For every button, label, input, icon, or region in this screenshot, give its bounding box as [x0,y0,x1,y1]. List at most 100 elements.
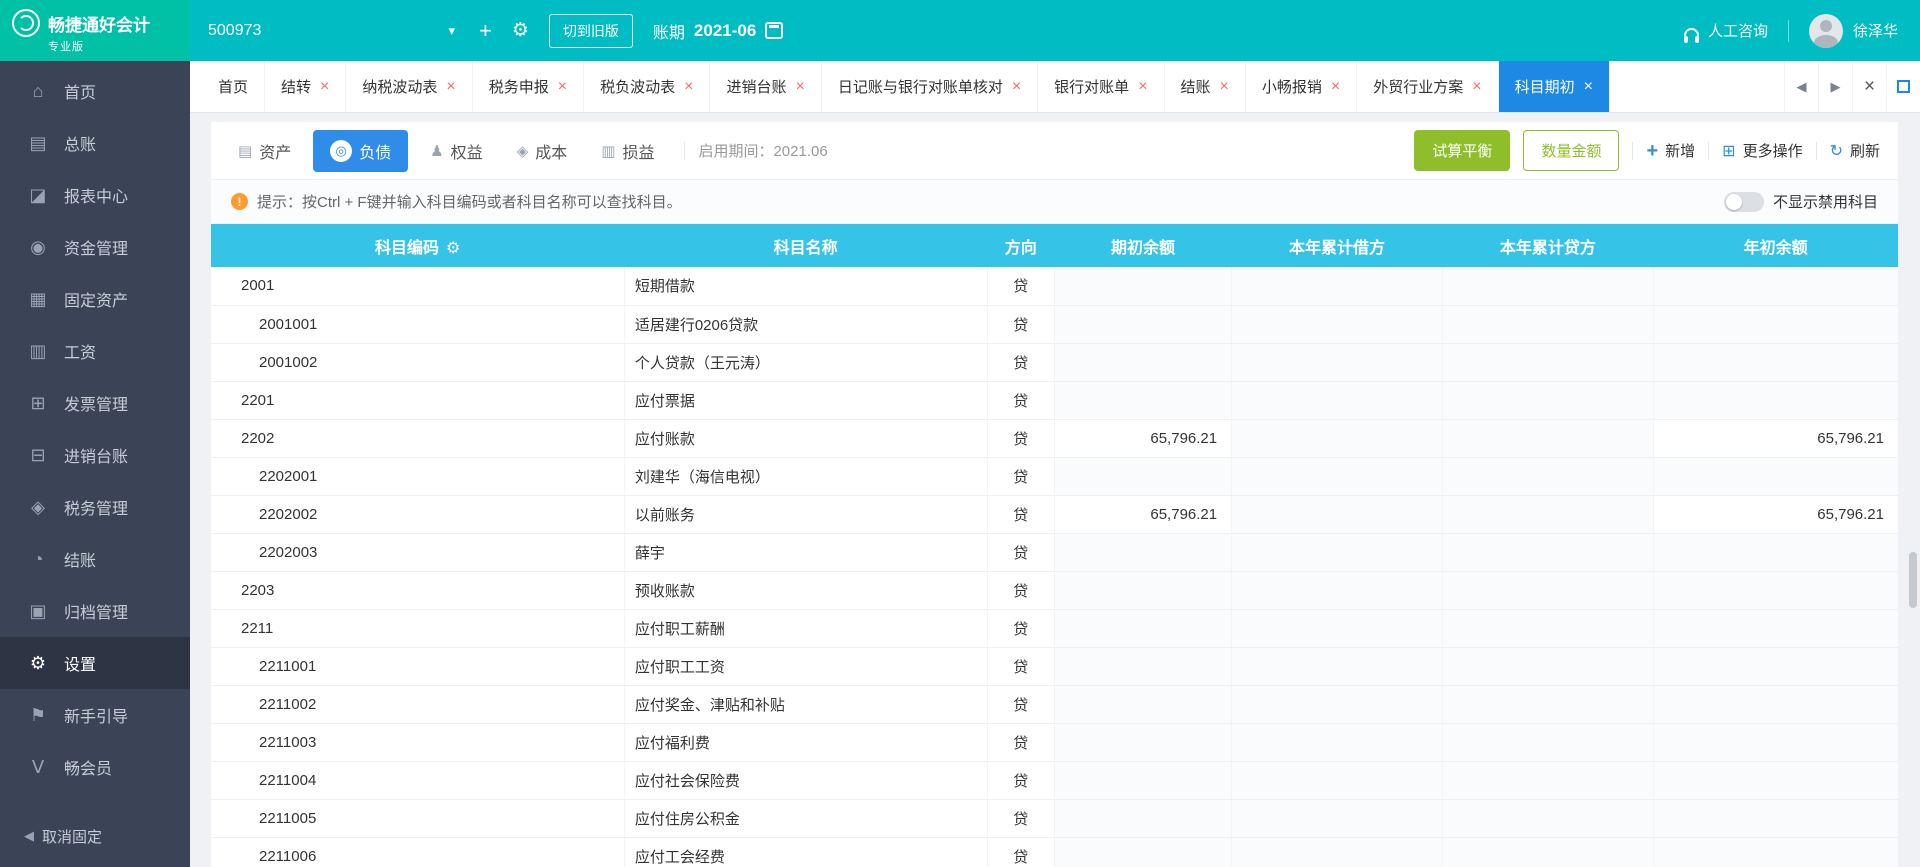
tab-close-icon[interactable]: × [1012,78,1021,95]
column-header-code[interactable]: 科目编码 ⚙ [211,224,625,267]
document-tab[interactable]: 结转 × [265,61,347,112]
cell-account-code: 2211005 [211,799,625,838]
sidebar-item-label: 发票管理 [64,397,129,414]
quantity-amount-button[interactable]: 数量金额 [1523,130,1620,171]
close-tab-button[interactable]: × [1852,61,1886,112]
column-settings-gear-icon[interactable]: ⚙ [446,240,460,257]
document-tabs: 首页 × 结转 × 纳税波动表 × 税务申报 [202,61,1610,112]
document-tab[interactable]: 日记账与银行对账单核对 × [822,61,1039,112]
unpin-icon: ◀ [24,828,34,843]
tab-close-icon[interactable]: × [1584,78,1593,95]
document-tab[interactable]: 银行对账单 × [1038,61,1165,112]
tabs-scroll-left-button[interactable]: ◀ [1784,61,1818,112]
sidebar-item-purchase-sales[interactable]: ⊟ 进销台账 [0,429,190,481]
cell-ytd-debit [1231,419,1443,458]
sidebar-item-label: 结账 [64,553,97,570]
app-logo[interactable]: 畅捷通好会计 专业版 [0,0,190,61]
table-row[interactable]: 2211003 应付福利费 贷 [211,723,1898,762]
document-tab[interactable]: 外贸行业方案 × [1357,61,1499,112]
subtab-equity[interactable]: ♟ 权益 [413,122,499,179]
column-header-name[interactable]: 科目名称 [624,224,988,267]
table-row[interactable]: 2202002 以前账务 贷 65,796.21 65,796.21 [211,495,1898,534]
tab-close-icon[interactable]: × [558,78,567,95]
tab-close-icon[interactable]: × [795,78,804,95]
switch-old-version-button[interactable]: 切到旧版 [548,13,633,48]
sidebar-item-report-center[interactable]: ◪ 报表中心 [0,169,190,221]
more-actions-button[interactable]: ⊞ 更多操作 [1722,140,1802,161]
avatar [1808,13,1843,48]
subtab-assets[interactable]: ▤ 资产 [221,122,308,179]
sidebar-item-settings[interactable]: ⚙ 设置 [0,637,190,689]
tab-close-icon[interactable]: × [1138,78,1147,95]
cell-opening-balance [1054,343,1233,382]
tab-close-icon[interactable]: × [684,78,693,95]
fullscreen-icon[interactable] [1886,61,1920,112]
consult-button[interactable]: 人工咨询 [1683,20,1768,43]
tab-close-icon[interactable]: × [1331,78,1340,95]
company-select[interactable]: 500973 ▾ [204,16,459,46]
document-tab[interactable]: 税务申报 × [473,61,585,112]
column-header-ytd-credit[interactable]: 本年累计贷方 [1442,224,1654,267]
subtab-label: 资产 [259,144,292,162]
sidebar-item-member[interactable]: Ⅴ 畅会员 [0,741,190,793]
accounting-period[interactable]: 账期 2021-06 [653,19,784,43]
user-menu[interactable]: 徐泽华 [1808,13,1898,48]
sidebar-item-label: 资金管理 [64,241,129,258]
table-row[interactable]: 2211005 应付住房公积金 贷 [211,799,1898,838]
add-button[interactable]: + 新增 [1646,140,1695,161]
table-row[interactable]: 2211002 应付奖金、津贴和补贴 贷 [211,685,1898,724]
table-row[interactable]: 2211006 应付工会经费 贷 [211,837,1898,867]
sidebar-item-payroll[interactable]: ▥ 工资 [0,325,190,377]
sidebar-item-tax[interactable]: ◈ 税务管理 [0,481,190,533]
sidebar-item-invoices[interactable]: ⊞ 发票管理 [0,377,190,429]
cell-ytd-credit [1442,267,1654,306]
table-row[interactable]: 2202003 薛宇 贷 [211,533,1898,572]
cell-ytd-credit [1442,305,1654,344]
hide-disabled-accounts-toggle[interactable] [1723,191,1764,212]
unpin-sidebar-button[interactable]: ◀ 取消固定 [0,815,190,857]
table-row[interactable]: 2202001 刘建华（海信电视） 贷 [211,457,1898,496]
tab-close-icon[interactable]: × [1220,78,1229,95]
document-tab[interactable]: 税负波动表 × [584,61,711,112]
vertical-scrollbar-thumb[interactable] [1909,552,1917,608]
table-row[interactable]: 2001 短期借款 贷 [211,267,1898,306]
table-row[interactable]: 2202 应付账款 贷 65,796.21 65,796.21 [211,419,1898,458]
table-row[interactable]: 2001001 适居建行0206贷款 贷 [211,305,1898,344]
document-tab[interactable]: 结账 × [1165,61,1246,112]
table-row[interactable]: 2211 应付职工薪酬 贷 [211,609,1898,648]
sidebar-item-general-ledger[interactable]: ▤ 总账 [0,117,190,169]
column-header-opening-balance[interactable]: 期初余额 [1054,224,1232,267]
sidebar-item-archive[interactable]: ▣ 归档管理 [0,585,190,637]
plus-icon[interactable]: + [479,19,492,42]
document-tab[interactable]: 纳税波动表 × [346,61,473,112]
document-tab[interactable]: 小畅报销 × [1246,61,1358,112]
company-number: 500973 [208,21,262,39]
table-row[interactable]: 2211004 应付社会保险费 贷 [211,761,1898,800]
subtab-liabilities[interactable]: ◎ 负债 [313,129,409,172]
sidebar-item-funds[interactable]: ◉ 资金管理 [0,221,190,273]
subtab-cost[interactable]: ◈ 成本 [500,122,585,179]
document-tab[interactable]: 进销台账 × [710,61,822,112]
document-tab[interactable]: 科目期初 × [1498,61,1610,112]
tab-close-icon[interactable]: × [1472,78,1481,95]
sidebar-item-home[interactable]: ⌂ 首页 [0,65,190,117]
subtab-profit-loss[interactable]: ▥ 损益 [584,122,671,179]
column-header-direction[interactable]: 方向 [987,224,1055,267]
sidebar-item-closing[interactable]: ◔ 结账 [0,533,190,585]
gear-icon[interactable]: ⚙ [512,21,529,40]
sidebar-item-guide[interactable]: ⚑ 新手引导 [0,689,190,741]
tab-close-icon[interactable]: × [446,78,455,95]
refresh-button[interactable]: ↻ 刷新 [1830,140,1880,161]
table-row[interactable]: 2201 应付票据 贷 [211,381,1898,420]
tabs-scroll-right-button[interactable]: ▶ [1818,61,1852,112]
table-row[interactable]: 2001002 个人贷款（王元涛） 贷 [211,343,1898,382]
table-row[interactable]: 2211001 应付职工工资 贷 [211,647,1898,686]
tab-close-icon[interactable]: × [320,78,329,95]
column-header-year-opening[interactable]: 年初余额 [1653,224,1898,267]
document-tab[interactable]: 首页 × [202,61,266,112]
sidebar-item-fixed-assets[interactable]: ▦ 固定资产 [0,273,190,325]
table-row[interactable]: 2203 预收账款 贷 [211,571,1898,610]
trial-balance-button[interactable]: 试算平衡 [1414,130,1511,171]
sidebar-item-label: 首页 [64,85,97,102]
column-header-ytd-debit[interactable]: 本年累计借方 [1231,224,1443,267]
